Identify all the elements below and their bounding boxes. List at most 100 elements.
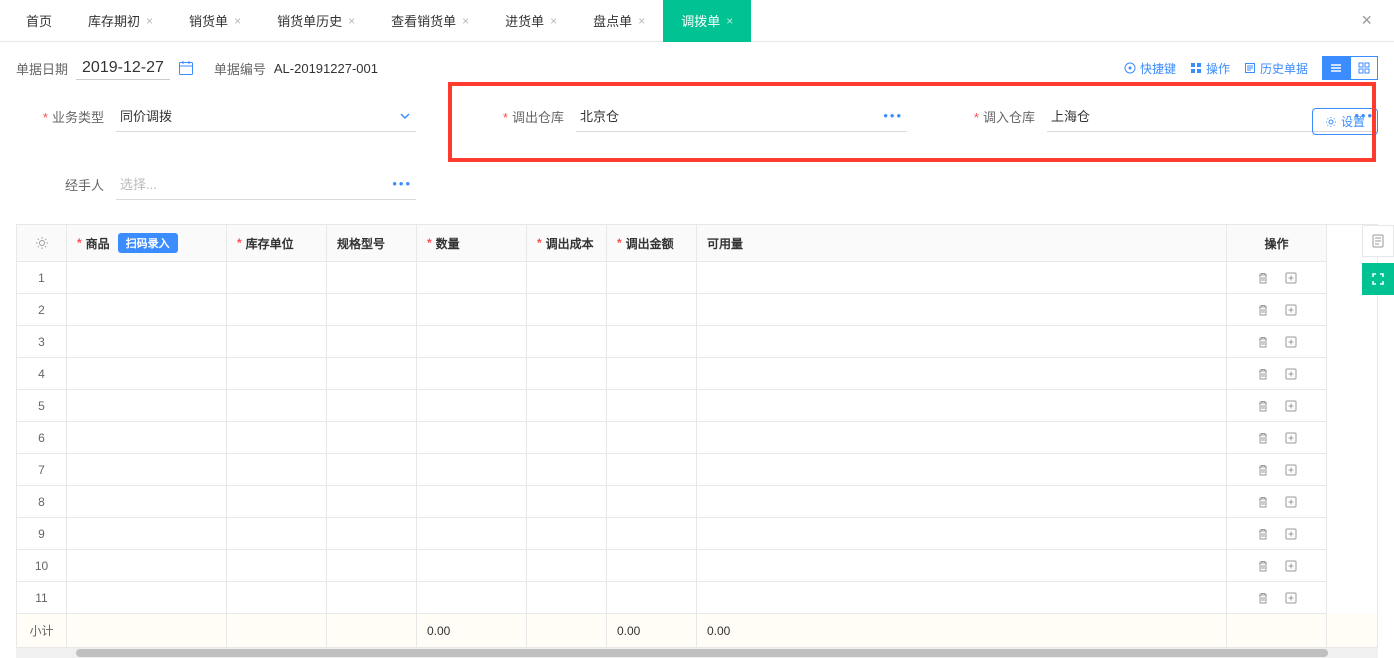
out-wh-select[interactable]: 北京仓 ••• xyxy=(576,100,907,132)
calendar-icon[interactable] xyxy=(178,60,194,76)
cell-cost[interactable] xyxy=(527,582,607,614)
cell-cost[interactable] xyxy=(527,262,607,294)
add-row-icon[interactable] xyxy=(1284,367,1298,381)
cell-avail[interactable] xyxy=(697,422,1227,454)
add-row-icon[interactable] xyxy=(1284,591,1298,605)
cell-product[interactable] xyxy=(67,358,227,390)
add-row-icon[interactable] xyxy=(1284,431,1298,445)
close-icon[interactable]: × xyxy=(348,14,355,28)
cell-qty[interactable] xyxy=(417,486,527,518)
add-row-icon[interactable] xyxy=(1284,495,1298,509)
side-expand-button[interactable] xyxy=(1362,263,1394,295)
cell-avail[interactable] xyxy=(697,582,1227,614)
cell-qty[interactable] xyxy=(417,358,527,390)
biz-type-select[interactable]: 同价调拨 xyxy=(116,100,416,132)
cell-product[interactable] xyxy=(67,454,227,486)
cell-avail[interactable] xyxy=(697,518,1227,550)
tab-transfer-order[interactable]: 调拨单× xyxy=(663,0,751,42)
cell-qty[interactable] xyxy=(417,294,527,326)
delete-row-icon[interactable] xyxy=(1256,495,1270,509)
cell-cost[interactable] xyxy=(527,550,607,582)
date-input[interactable]: 2019-12-27 xyxy=(76,57,170,80)
cell-spec[interactable] xyxy=(327,518,417,550)
cell-qty[interactable] xyxy=(417,518,527,550)
cell-amount[interactable] xyxy=(607,294,697,326)
horizontal-scrollbar[interactable] xyxy=(16,648,1378,658)
delete-row-icon[interactable] xyxy=(1256,303,1270,317)
cell-cost[interactable] xyxy=(527,518,607,550)
delete-row-icon[interactable] xyxy=(1256,399,1270,413)
cell-unit[interactable] xyxy=(227,326,327,358)
add-row-icon[interactable] xyxy=(1284,559,1298,573)
close-icon[interactable]: × xyxy=(550,14,557,28)
cell-spec[interactable] xyxy=(327,550,417,582)
cell-spec[interactable] xyxy=(327,294,417,326)
cell-unit[interactable] xyxy=(227,422,327,454)
cell-qty[interactable] xyxy=(417,390,527,422)
cell-qty[interactable] xyxy=(417,550,527,582)
delete-row-icon[interactable] xyxy=(1256,591,1270,605)
cell-cost[interactable] xyxy=(527,390,607,422)
table-settings-button[interactable] xyxy=(17,225,67,262)
cell-amount[interactable] xyxy=(607,358,697,390)
delete-row-icon[interactable] xyxy=(1256,271,1270,285)
cell-product[interactable] xyxy=(67,294,227,326)
side-note-button[interactable] xyxy=(1362,225,1394,257)
cell-cost[interactable] xyxy=(527,358,607,390)
handler-select[interactable]: 选择... ••• xyxy=(116,168,416,200)
delete-row-icon[interactable] xyxy=(1256,367,1270,381)
add-row-icon[interactable] xyxy=(1284,463,1298,477)
cell-product[interactable] xyxy=(67,518,227,550)
cell-avail[interactable] xyxy=(697,262,1227,294)
add-row-icon[interactable] xyxy=(1284,399,1298,413)
cell-avail[interactable] xyxy=(697,550,1227,582)
cell-qty[interactable] xyxy=(417,326,527,358)
delete-row-icon[interactable] xyxy=(1256,431,1270,445)
delete-row-icon[interactable] xyxy=(1256,335,1270,349)
delete-row-icon[interactable] xyxy=(1256,463,1270,477)
tab-sales-history[interactable]: 销货单历史× xyxy=(259,0,373,42)
cell-product[interactable] xyxy=(67,582,227,614)
cell-spec[interactable] xyxy=(327,326,417,358)
scan-entry-button[interactable]: 扫码录入 xyxy=(118,233,178,253)
cell-product[interactable] xyxy=(67,550,227,582)
cell-amount[interactable] xyxy=(607,454,697,486)
cell-amount[interactable] xyxy=(607,518,697,550)
cell-unit[interactable] xyxy=(227,518,327,550)
close-icon[interactable]: × xyxy=(146,14,153,28)
tab-view-sales[interactable]: 查看销货单× xyxy=(373,0,487,42)
cell-unit[interactable] xyxy=(227,262,327,294)
delete-row-icon[interactable] xyxy=(1256,559,1270,573)
cell-amount[interactable] xyxy=(607,390,697,422)
tab-stocktake[interactable]: 盘点单× xyxy=(575,0,663,42)
cell-spec[interactable] xyxy=(327,454,417,486)
tab-sales-order[interactable]: 销货单× xyxy=(171,0,259,42)
cell-avail[interactable] xyxy=(697,390,1227,422)
add-row-icon[interactable] xyxy=(1284,527,1298,541)
cell-qty[interactable] xyxy=(417,262,527,294)
tab-home[interactable]: 首页 xyxy=(8,0,70,42)
cell-product[interactable] xyxy=(67,486,227,518)
add-row-icon[interactable] xyxy=(1284,303,1298,317)
cell-spec[interactable] xyxy=(327,390,417,422)
grid-view-button[interactable] xyxy=(1350,56,1378,80)
close-icon[interactable]: × xyxy=(726,14,733,28)
tab-inventory-init[interactable]: 库存期初× xyxy=(70,0,171,42)
cell-product[interactable] xyxy=(67,422,227,454)
list-view-button[interactable] xyxy=(1322,56,1350,80)
tab-purchase-order[interactable]: 进货单× xyxy=(487,0,575,42)
cell-avail[interactable] xyxy=(697,486,1227,518)
delete-row-icon[interactable] xyxy=(1256,527,1270,541)
cell-amount[interactable] xyxy=(607,486,697,518)
cell-qty[interactable] xyxy=(417,582,527,614)
cell-unit[interactable] xyxy=(227,390,327,422)
cell-amount[interactable] xyxy=(607,326,697,358)
settings-button[interactable]: 设置 xyxy=(1312,108,1378,135)
cell-avail[interactable] xyxy=(697,358,1227,390)
cell-spec[interactable] xyxy=(327,582,417,614)
cell-amount[interactable] xyxy=(607,262,697,294)
cell-avail[interactable] xyxy=(697,454,1227,486)
add-row-icon[interactable] xyxy=(1284,335,1298,349)
cell-qty[interactable] xyxy=(417,454,527,486)
history-button[interactable]: 历史单据 xyxy=(1244,60,1308,77)
